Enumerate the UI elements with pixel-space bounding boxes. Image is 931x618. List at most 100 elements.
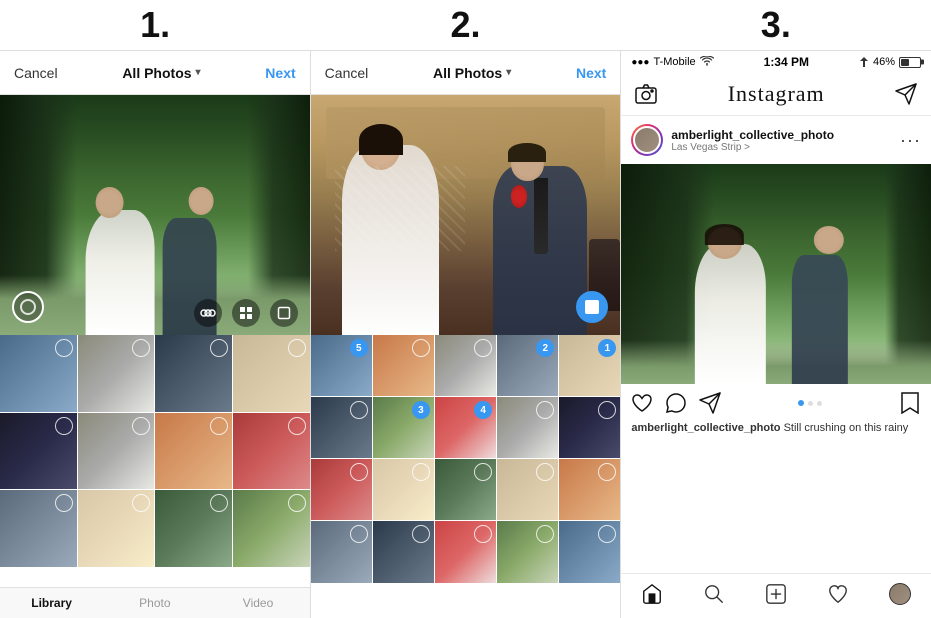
screen2-cancel-button[interactable]: Cancel	[325, 65, 369, 81]
grid-icon[interactable]	[232, 299, 260, 327]
share-button[interactable]	[699, 392, 721, 414]
thumb-cell[interactable]	[233, 413, 310, 490]
post-username[interactable]: amberlight_collective_photo	[671, 128, 834, 142]
profile-thumbnail	[889, 583, 911, 605]
screen-2: Cancel All Photos ▾ Next	[311, 51, 622, 618]
thumb-cell[interactable]	[435, 459, 496, 520]
camera-icon[interactable]	[635, 83, 657, 105]
signal-dots: ●●●	[631, 57, 649, 68]
thumb-cell[interactable]	[78, 413, 155, 490]
screen1-header: Cancel All Photos ▾ Next	[0, 51, 310, 95]
thumb-cell[interactable]: 4	[435, 397, 496, 458]
thumb-cell[interactable]	[155, 335, 232, 412]
thumb-cell[interactable]: 3	[373, 397, 434, 458]
thumb-cell[interactable]	[0, 413, 77, 490]
bookmark-button[interactable]	[899, 392, 921, 414]
screen1-cancel-button[interactable]: Cancel	[14, 65, 58, 81]
thumb-cell[interactable]	[311, 459, 372, 520]
send-icon[interactable]	[895, 83, 917, 105]
post-pagination-dots	[798, 400, 822, 406]
thumb-cell[interactable]	[155, 490, 232, 567]
thumb-cell[interactable]	[559, 397, 620, 458]
thumb-cell[interactable]	[435, 521, 496, 582]
nav-photo[interactable]: Photo	[103, 588, 206, 618]
select-inner-square	[585, 300, 599, 314]
screen2-title-text: All Photos	[433, 65, 502, 81]
thumb-cell[interactable]: 5	[311, 335, 372, 396]
post-header: amberlight_collective_photo Las Vegas St…	[621, 116, 931, 164]
thumb-cell[interactable]	[373, 521, 434, 582]
screen1-chevron-icon: ▾	[196, 67, 201, 78]
thumb-cell[interactable]	[78, 335, 155, 412]
infinity-icon[interactable]	[194, 299, 222, 327]
thumb-cell[interactable]: 1	[559, 335, 620, 396]
thumb-cell[interactable]	[497, 459, 558, 520]
screen2-thumb-grid: 5 2 1	[311, 335, 621, 618]
thumb-row-3	[311, 459, 621, 520]
toolbar-icons	[194, 299, 298, 327]
screen-3: ●●● T-Mobile 1:34 PM 46%	[621, 51, 931, 618]
thumb-cell[interactable]	[559, 459, 620, 520]
step-label-3: 3.	[621, 0, 931, 50]
screen1-bottom-nav: Library Photo Video	[0, 587, 310, 618]
screen1-thumb-grid	[0, 335, 310, 587]
thumb-cell[interactable]: 2	[497, 335, 558, 396]
nav-profile-icon[interactable]	[888, 582, 912, 606]
nav-add-icon[interactable]	[764, 582, 788, 606]
nav-library[interactable]: Library	[0, 588, 103, 618]
screen1-title-text: All Photos	[122, 65, 191, 81]
battery-percentage: 46%	[873, 56, 895, 68]
screen2-chevron-icon: ▾	[506, 67, 511, 78]
nav-home-icon[interactable]	[640, 582, 664, 606]
screens-container: Cancel All Photos ▾ Next	[0, 50, 931, 618]
caption-text: Still crushing on this rainy	[784, 422, 909, 434]
screen-1: Cancel All Photos ▾ Next	[0, 51, 311, 618]
thumb-cell[interactable]	[435, 335, 496, 396]
nav-search-icon[interactable]	[702, 582, 726, 606]
status-right: 46%	[859, 56, 921, 68]
screen1-next-button[interactable]: Next	[265, 65, 295, 81]
screen2-main-photo	[311, 95, 621, 335]
avatar[interactable]	[631, 124, 663, 156]
comment-button[interactable]	[665, 392, 687, 414]
thumb-cell[interactable]	[497, 521, 558, 582]
thumb-row-1	[0, 335, 310, 412]
instagram-bottom-nav	[621, 573, 931, 618]
nav-activity-icon[interactable]	[826, 582, 850, 606]
thumb-row-2: 3 4	[311, 397, 621, 458]
screen2-next-button[interactable]: Next	[576, 65, 606, 81]
thumb-cell[interactable]	[373, 335, 434, 396]
thumb-cell[interactable]	[233, 335, 310, 412]
like-button[interactable]	[631, 392, 653, 414]
thumb-cell[interactable]	[233, 490, 310, 567]
dot-1	[808, 401, 813, 406]
status-time: 1:34 PM	[764, 55, 809, 69]
thumb-cell[interactable]	[311, 397, 372, 458]
thumb-cell[interactable]	[559, 521, 620, 582]
screen2-title: All Photos ▾	[433, 65, 511, 81]
caption-username: amberlight_collective_photo	[631, 422, 780, 434]
thumb-cell[interactable]	[497, 397, 558, 458]
thumb-cell[interactable]	[0, 490, 77, 567]
crop-icon[interactable]	[270, 299, 298, 327]
post-location[interactable]: Las Vegas Strip >	[671, 142, 834, 153]
thumb-cell[interactable]	[311, 521, 372, 582]
thumb-cell[interactable]	[0, 335, 77, 412]
step-labels-row: 1. 2. 3.	[0, 0, 931, 50]
thumb-row-1: 5 2 1	[311, 335, 621, 396]
status-bar: ●●● T-Mobile 1:34 PM 46%	[621, 51, 931, 73]
thumb-cell[interactable]	[78, 490, 155, 567]
post-user-info: amberlight_collective_photo Las Vegas St…	[631, 124, 834, 156]
post-image	[621, 164, 931, 384]
step-label-2: 2.	[310, 0, 620, 50]
post-user-details: amberlight_collective_photo Las Vegas St…	[671, 128, 834, 153]
screen1-main-photo	[0, 95, 310, 335]
carrier-name: T-Mobile	[653, 56, 695, 68]
thumb-row-3	[0, 490, 310, 567]
post-more-button[interactable]: ···	[900, 130, 921, 151]
nav-video[interactable]: Video	[206, 588, 309, 618]
dot-2	[817, 401, 822, 406]
dot-active	[798, 400, 804, 406]
thumb-cell[interactable]	[373, 459, 434, 520]
thumb-cell[interactable]	[155, 413, 232, 490]
